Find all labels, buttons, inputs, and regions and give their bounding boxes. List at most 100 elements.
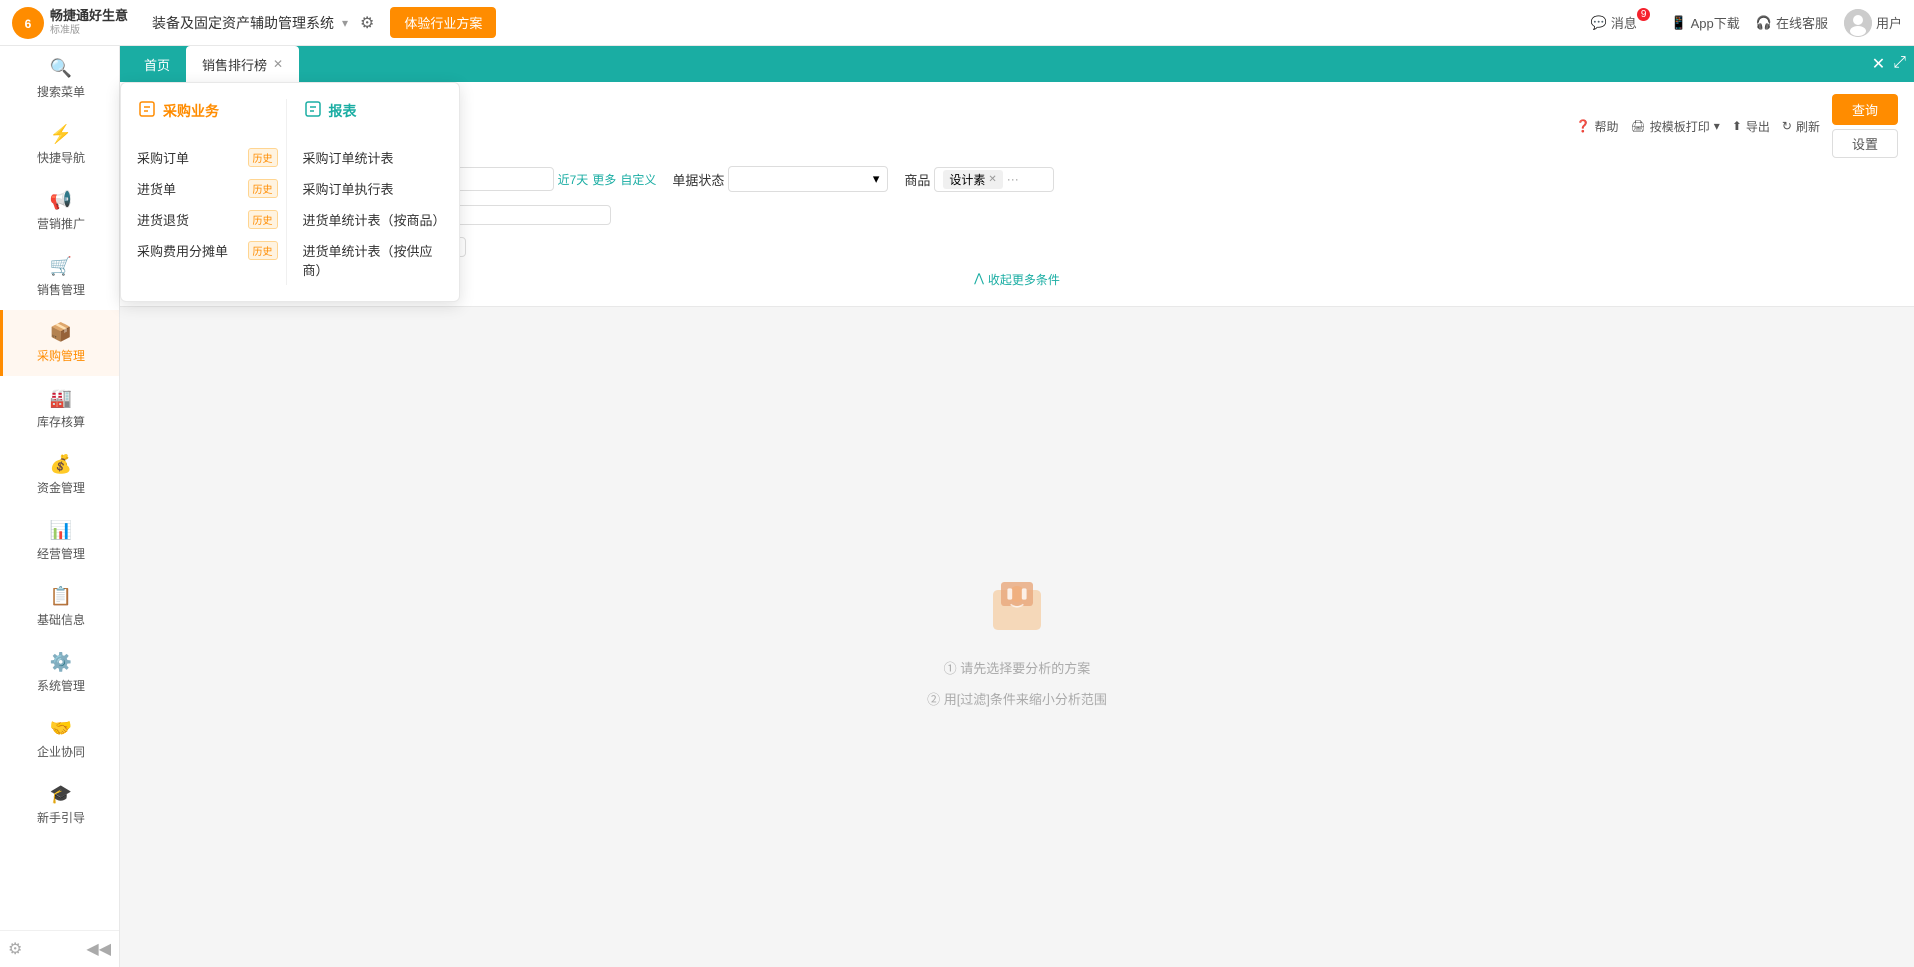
sidebar-item-purchase[interactable]: 📦 采购管理 bbox=[0, 310, 119, 376]
sidebar-item-enterprise[interactable]: 🤝 企业协同 bbox=[0, 706, 119, 772]
goods-tag-close-icon[interactable]: ✕ bbox=[988, 174, 996, 185]
report-section-title: 报表 bbox=[303, 99, 444, 130]
home-tab-label: 首页 bbox=[144, 55, 170, 74]
sidebar-item-label: 快捷导航 bbox=[37, 149, 85, 166]
sidebar-settings-icon[interactable]: ⚙ bbox=[8, 939, 22, 959]
menu-item-purchase-order-stat[interactable]: 采购订单统计表 bbox=[303, 142, 444, 173]
date-shortcuts: 近7天 更多 自定义 bbox=[558, 171, 657, 188]
sidebar-item-sales[interactable]: 🛒 销售管理 bbox=[0, 244, 119, 310]
sidebar-item-guide[interactable]: 🎓 新手引导 bbox=[0, 772, 119, 838]
report-section: 报表 采购订单统计表 采购订单执行表 进货单统计表（按商品） 进货单统计表（按供… bbox=[286, 99, 444, 285]
doc-status-select[interactable]: ▾ bbox=[728, 166, 888, 192]
goods-input[interactable]: 设计素 ✕ ··· bbox=[934, 167, 1054, 192]
purchase-section-title: 采购业务 bbox=[137, 99, 278, 130]
menu-item-purchase-order-exec[interactable]: 采购订单执行表 bbox=[303, 173, 444, 204]
menu-item-purchase-expense[interactable]: 采购费用分摊单 历史 bbox=[137, 235, 278, 266]
menu-item-purchase-receipt[interactable]: 进货单 历史 bbox=[137, 173, 278, 204]
sidebar-item-finance[interactable]: 💰 资金管理 bbox=[0, 442, 119, 508]
sales-rank-tab-label: 销售排行榜 bbox=[202, 55, 267, 74]
menu-item-purchase-order[interactable]: 采购订单 历史 bbox=[137, 142, 278, 173]
settings-gear-icon[interactable]: ⚙ bbox=[360, 13, 374, 33]
sidebar-item-label: 系统管理 bbox=[37, 677, 85, 694]
print-label: 按模板打印 bbox=[1650, 118, 1710, 135]
user-avatar bbox=[1844, 9, 1872, 37]
doc-status-filter: 单据状态 ▾ bbox=[672, 166, 888, 192]
menu-item-receipt-stat-goods[interactable]: 进货单统计表（按商品） bbox=[303, 204, 444, 235]
user-label: 用户 bbox=[1876, 13, 1902, 32]
finance-icon: 💰 bbox=[50, 454, 72, 475]
purchase-section-label: 采购业务 bbox=[163, 101, 219, 121]
help-button[interactable]: ❓ 帮助 bbox=[1576, 94, 1619, 158]
tab-home[interactable]: 首页 bbox=[128, 46, 186, 82]
sys-title: 装备及固定资产辅助管理系统 bbox=[152, 13, 334, 33]
sidebar-item-operation[interactable]: 📊 经营管理 bbox=[0, 508, 119, 574]
purchase-dropdown-menu: 采购业务 采购订单 历史 进货单 历史 进货退货 历史 采购费用分摊单 历史 报… bbox=[120, 82, 460, 302]
print-button[interactable]: 🖨 按模板打印 ▾ bbox=[1631, 94, 1720, 158]
sidebar-item-label: 销售管理 bbox=[37, 281, 85, 298]
sales-icon: 🛒 bbox=[50, 256, 72, 277]
tab-sales-rank[interactable]: 销售排行榜 ✕ bbox=[186, 46, 299, 82]
refresh-button[interactable]: ↻ 刷新 bbox=[1782, 94, 1820, 158]
tab-bar: 首页 销售排行榜 ✕ ✕ ⤢ bbox=[120, 46, 1914, 82]
sidebar-collapse-icon[interactable]: ◀◀ bbox=[86, 939, 111, 959]
sidebar-item-search[interactable]: 🔍 搜索菜单 bbox=[0, 46, 119, 112]
notification-item[interactable]: 💬 消息 9 bbox=[1591, 13, 1655, 32]
tab-close-all-icon[interactable]: ✕ bbox=[1872, 54, 1885, 74]
search-icon: 🔍 bbox=[50, 58, 72, 79]
user-item[interactable]: 用户 bbox=[1844, 9, 1902, 37]
goods-more-icon[interactable]: ··· bbox=[1007, 172, 1019, 186]
menu-item-purchase-return[interactable]: 进货退货 历史 bbox=[137, 204, 278, 235]
online-service-item[interactable]: 🎧 在线客服 bbox=[1756, 13, 1828, 32]
refresh-label: 刷新 bbox=[1796, 118, 1820, 135]
export-button[interactable]: ⬆ 导出 bbox=[1732, 94, 1770, 158]
logo-sub-text: 标准版 bbox=[50, 24, 128, 37]
goods-label: 商品 bbox=[904, 170, 930, 189]
tab-fullscreen-icon[interactable]: ⤢ bbox=[1893, 54, 1906, 74]
app-download-item[interactable]: 📱 App下载 bbox=[1670, 13, 1739, 32]
sidebar-item-quick-nav[interactable]: ⚡ 快捷导航 bbox=[0, 112, 119, 178]
app-download-label: App下载 bbox=[1691, 13, 1740, 32]
message-icon: 💬 bbox=[1591, 15, 1607, 31]
collapse-up-icon: ⋀ bbox=[974, 271, 984, 288]
date-more[interactable]: 更多 bbox=[592, 171, 616, 188]
query-button[interactable]: 查询 bbox=[1832, 94, 1898, 125]
goods-filter: 商品 设计素 ✕ ··· bbox=[904, 167, 1054, 192]
system-icon: ⚙️ bbox=[50, 652, 72, 673]
tab-close-icon[interactable]: ✕ bbox=[273, 57, 283, 71]
sidebar-item-label: 库存核算 bbox=[37, 413, 85, 430]
purchase-icon: 📦 bbox=[50, 322, 72, 343]
phone-icon: 📱 bbox=[1670, 15, 1686, 31]
top-header: 6 畅捷通好生意 标准版 装备及固定资产辅助管理系统 ▾ ⚙ 体验行业方案 💬 … bbox=[0, 0, 1914, 46]
sidebar-item-basic[interactable]: 📋 基础信息 bbox=[0, 574, 119, 640]
online-service-label: 在线客服 bbox=[1776, 13, 1828, 32]
empty-hint-1-text: 请先选择要分析的方案 bbox=[960, 661, 1090, 676]
goods-tag: 设计素 ✕ bbox=[943, 170, 1002, 189]
marketing-icon: 📢 bbox=[50, 190, 72, 211]
empty-hint-2-text: 用[过滤]条件来缩小分析范围 bbox=[944, 692, 1107, 707]
collapse-text: 收起更多条件 bbox=[988, 271, 1060, 288]
date-custom[interactable]: 自定义 bbox=[620, 171, 656, 188]
empty-hint-1: ① 请先选择要分析的方案 bbox=[944, 658, 1091, 677]
print-dropdown-icon[interactable]: ▾ bbox=[1714, 119, 1720, 133]
settings-button[interactable]: 设置 bbox=[1832, 129, 1898, 158]
sidebar-item-label: 基础信息 bbox=[37, 611, 85, 628]
logo-area: 6 畅捷通好生意 标准版 bbox=[12, 7, 132, 39]
sidebar-item-system[interactable]: ⚙️ 系统管理 bbox=[0, 640, 119, 706]
report-section-label: 报表 bbox=[329, 101, 357, 121]
headset-icon: 🎧 bbox=[1756, 15, 1772, 31]
tab-expand-controls: ✕ ⤢ bbox=[1872, 54, 1906, 74]
empty-illustration bbox=[977, 566, 1057, 646]
sys-dropdown-icon[interactable]: ▾ bbox=[342, 16, 348, 30]
logo-main-text: 畅捷通好生意 bbox=[50, 8, 128, 25]
notification-label: 消息 bbox=[1611, 13, 1637, 32]
purchase-section-icon bbox=[137, 99, 157, 122]
sidebar-item-inventory[interactable]: 🏭 库存核算 bbox=[0, 376, 119, 442]
doc-status-dropdown-icon: ▾ bbox=[873, 171, 880, 187]
date-7days[interactable]: 近7天 bbox=[558, 171, 589, 188]
sidebar-item-label: 采购管理 bbox=[37, 347, 85, 364]
trial-button[interactable]: 体验行业方案 bbox=[390, 7, 496, 38]
sidebar: 🔍 搜索菜单 ⚡ 快捷导航 📢 营销推广 🛒 销售管理 📦 采购管理 🏭 库存核… bbox=[0, 46, 120, 967]
sidebar-item-marketing[interactable]: 📢 营销推广 bbox=[0, 178, 119, 244]
menu-item-receipt-stat-supplier[interactable]: 进货单统计表（按供应商） bbox=[303, 235, 444, 285]
sidebar-item-label: 营销推广 bbox=[37, 215, 85, 232]
